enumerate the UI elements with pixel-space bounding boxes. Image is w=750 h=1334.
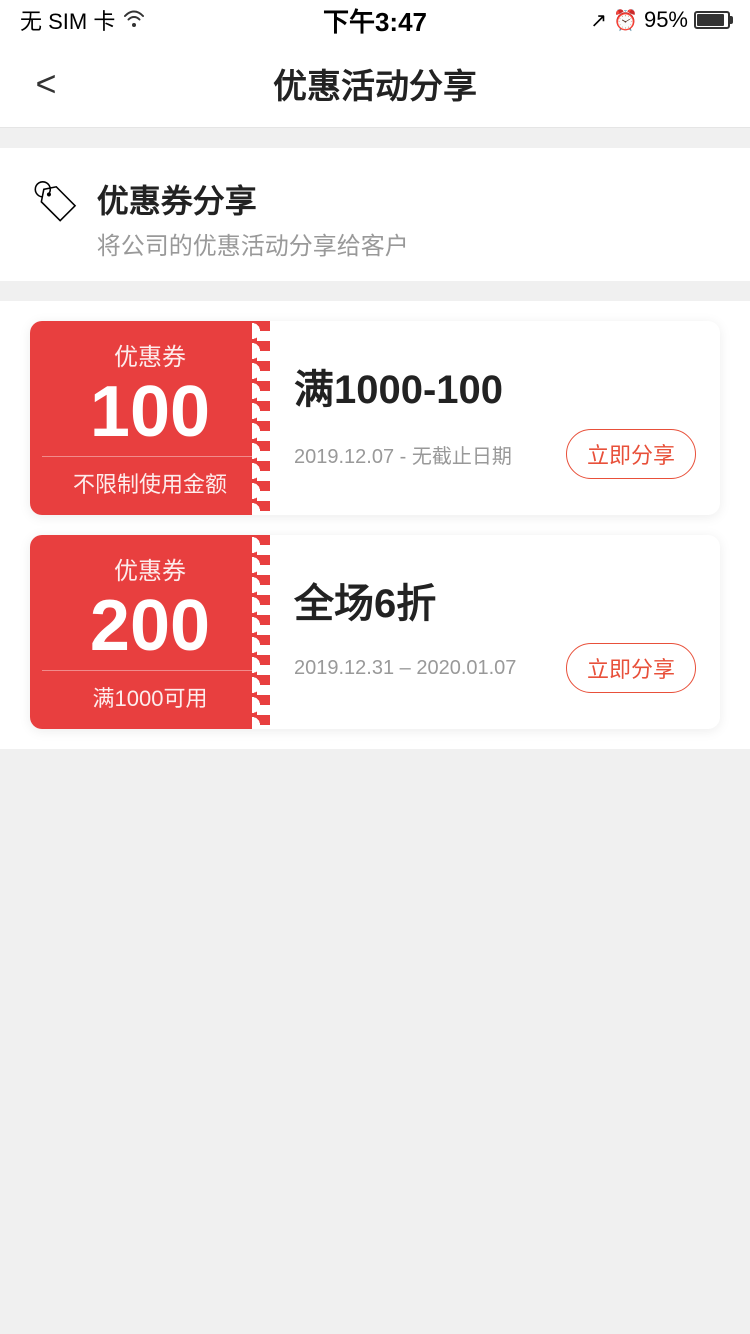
location-icon: ↗ [590,8,607,33]
section-title: 优惠券分享 [97,176,409,222]
coupon-amount-1: 100 [90,376,210,448]
serrated-edge-1 [252,321,270,515]
battery-percent: 95% [644,7,688,33]
nav-bar: < 优惠活动分享 [0,40,750,128]
carrier-label: 无 SIM 卡 [20,4,115,36]
coupon-list: 优惠券 100 不限制使用金额 满1000-100 2019.12.07 - 无… [0,301,750,749]
share-button-1[interactable]: 立即分享 [566,429,696,479]
battery-icon [694,11,730,29]
status-time: 下午3:47 [323,2,427,39]
coupon-left-2: 优惠券 200 满1000可用 [30,535,270,729]
coupon-amount-2: 200 [90,590,210,662]
coupon-label-1: 优惠券 [114,337,186,372]
coupon-condition-1: 不限制使用金额 [42,456,258,499]
back-button[interactable]: < [24,62,68,106]
coupon-footer-2: 2019.12.31 – 2020.01.07 立即分享 [294,643,696,693]
coupon-card-2: 优惠券 200 满1000可用 全场6折 2019.12.31 – 2020.0… [30,535,720,729]
section-subtitle: 将公司的优惠活动分享给客户 [97,226,409,261]
coupon-footer-1: 2019.12.07 - 无截止日期 立即分享 [294,429,696,479]
coupon-date-1: 2019.12.07 - 无截止日期 [294,440,512,469]
page-title: 优惠活动分享 [273,59,477,108]
coupon-condition-2: 满1000可用 [42,670,258,713]
status-bar: 无 SIM 卡 下午3:47 ↗ ⏰ 95% [0,0,750,40]
wifi-icon [123,7,145,33]
alarm-icon: ⏰ [613,8,638,33]
status-left: 无 SIM 卡 [20,4,145,36]
coupon-label-2: 优惠券 [114,551,186,586]
coupon-right-1: 满1000-100 2019.12.07 - 无截止日期 立即分享 [270,321,720,515]
coupon-date-2: 2019.12.31 – 2020.01.07 [294,657,516,680]
coupon-name-2: 全场6折 [294,571,696,629]
share-button-2[interactable]: 立即分享 [566,643,696,693]
serrated-edge-2 [252,535,270,729]
coupon-card: 优惠券 100 不限制使用金额 满1000-100 2019.12.07 - 无… [30,321,720,515]
coupon-name-1: 满1000-100 [294,357,696,415]
section-header: 🏷 优惠券分享 将公司的优惠活动分享给客户 [0,148,750,281]
status-right: ↗ ⏰ 95% [590,7,730,33]
section-text: 优惠券分享 将公司的优惠活动分享给客户 [97,176,409,261]
coupon-right-2: 全场6折 2019.12.31 – 2020.01.07 立即分享 [270,535,720,729]
section-icon: 🏷 [30,178,81,225]
coupon-left-1: 优惠券 100 不限制使用金额 [30,321,270,515]
bottom-area [0,749,750,1249]
